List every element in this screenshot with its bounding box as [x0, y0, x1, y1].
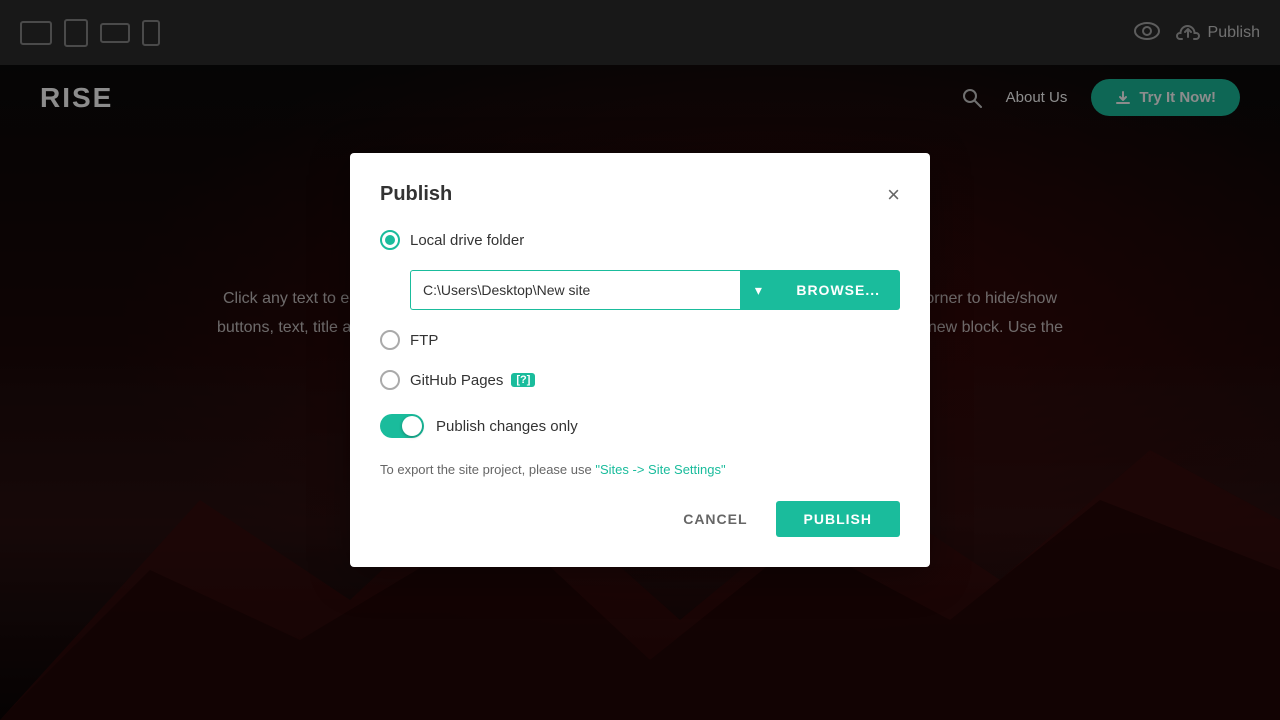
ftp-option[interactable]: FTP: [380, 330, 900, 350]
export-note-prefix: To export the site project, please use: [380, 462, 595, 477]
github-pages-radio[interactable]: [380, 370, 400, 390]
modal-footer: CANCEL PUBLISH: [380, 501, 900, 537]
ftp-radio[interactable]: [380, 330, 400, 350]
local-drive-label: Local drive folder: [410, 232, 524, 249]
cancel-button[interactable]: CANCEL: [667, 501, 763, 537]
github-pages-label: GitHub Pages: [410, 372, 503, 389]
modal-close-button[interactable]: ×: [887, 184, 900, 206]
modal-overlay: Publish × Local drive folder ▾ BROWSE...…: [0, 0, 1280, 720]
export-note: To export the site project, please use "…: [380, 462, 900, 477]
publish-changes-toggle[interactable]: [380, 414, 424, 438]
path-input-row: ▾ BROWSE...: [410, 270, 900, 310]
local-drive-option[interactable]: Local drive folder: [380, 230, 900, 250]
publish-changes-label: Publish changes only: [436, 418, 578, 435]
publish-changes-toggle-row: Publish changes only: [380, 414, 900, 438]
publish-modal: Publish × Local drive folder ▾ BROWSE...…: [350, 153, 930, 567]
github-label-row: GitHub Pages [?]: [410, 372, 535, 389]
path-dropdown-button[interactable]: ▾: [740, 270, 776, 310]
modal-header: Publish ×: [380, 183, 900, 206]
toggle-knob: [402, 416, 422, 436]
path-input[interactable]: [410, 270, 740, 310]
local-drive-radio[interactable]: [380, 230, 400, 250]
browse-button[interactable]: BROWSE...: [776, 270, 900, 310]
github-pages-option[interactable]: GitHub Pages [?]: [380, 370, 900, 390]
publish-modal-button[interactable]: PUBLISH: [776, 501, 900, 537]
dropdown-arrow: ▾: [755, 282, 762, 299]
ftp-label: FTP: [410, 332, 438, 349]
export-link[interactable]: "Sites -> Site Settings": [595, 462, 725, 477]
help-badge[interactable]: [?]: [511, 373, 535, 387]
modal-title: Publish: [380, 183, 452, 206]
